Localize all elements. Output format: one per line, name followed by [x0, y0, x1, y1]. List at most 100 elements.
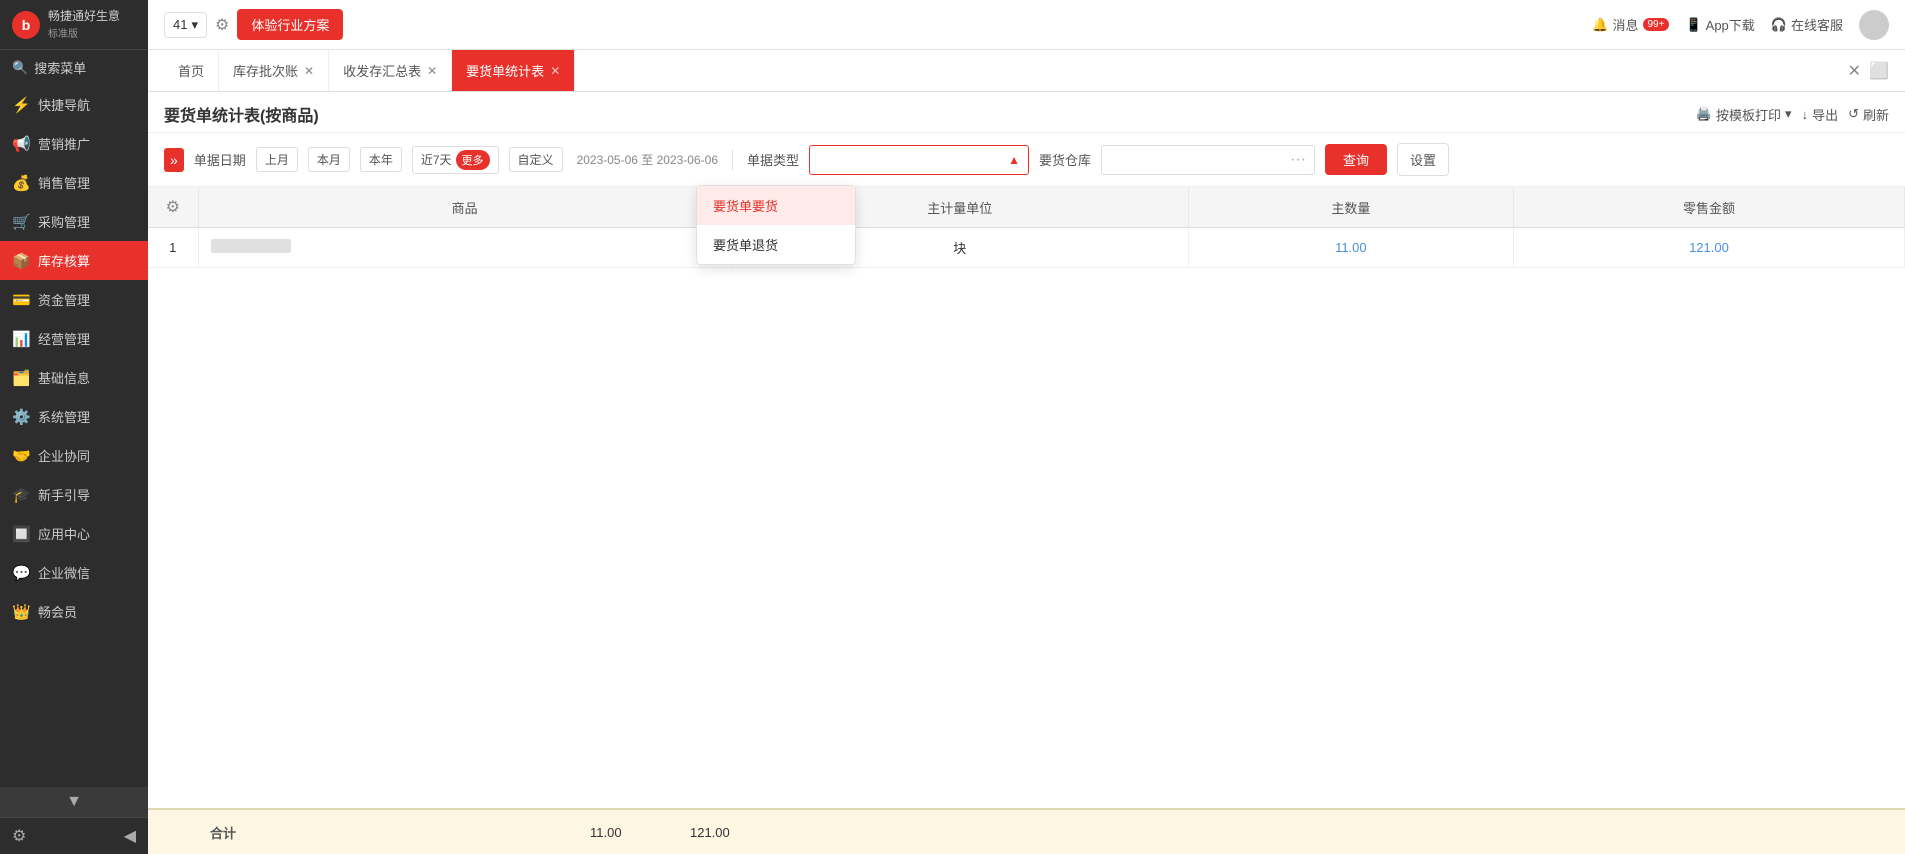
search-icon: 🔍 — [12, 60, 28, 76]
th-amount: 零售金额 — [1513, 187, 1904, 228]
print-template-btn[interactable]: 🖨️ 按模板打印 ▾ — [1696, 105, 1792, 124]
sidebar-item-label: 库存核算 — [38, 251, 136, 270]
branch-value: 41 — [173, 17, 187, 32]
print-icon: 🖨️ — [1696, 106, 1712, 122]
doc-type-arrow-icon[interactable]: ▲ — [1008, 153, 1020, 167]
date-year-btn[interactable]: 本年 — [360, 147, 402, 172]
sidebar-item-marketing[interactable]: 📢 营销推广 — [0, 124, 148, 163]
sidebar-item-system[interactable]: ⚙️ 系统管理 — [0, 397, 148, 436]
collapse-icon[interactable]: ◀ — [124, 826, 136, 846]
dropdown-item-order-return[interactable]: 要货单退货 — [697, 225, 855, 264]
online-service-group[interactable]: 🎧 在线客服 — [1771, 15, 1843, 34]
members-icon: 👑 — [12, 603, 30, 621]
trial-button[interactable]: 体验行业方案 — [237, 9, 343, 40]
sidebar-item-basics[interactable]: 🗂️ 基础信息 — [0, 358, 148, 397]
sidebar-item-appstore[interactable]: 🔲 应用中心 — [0, 514, 148, 553]
sidebar-item-quick-nav[interactable]: ⚡ 快捷导航 — [0, 85, 148, 124]
sidebar-item-label: 畅会员 — [38, 602, 136, 621]
dropdown-menu: 要货单要货 要货单退货 — [696, 185, 856, 265]
sidebar-scroll-down[interactable]: ▼ — [0, 787, 148, 817]
export-btn[interactable]: ↓ 导出 — [1802, 105, 1839, 124]
warehouse-input[interactable] — [1110, 152, 1286, 167]
warehouse-select[interactable]: ··· — [1101, 145, 1315, 175]
avatar[interactable] — [1859, 10, 1889, 40]
tab-home-label: 首页 — [178, 61, 204, 80]
tab-order-stats-close[interactable]: ✕ — [550, 64, 560, 78]
notifications-group[interactable]: 🔔 消息 99+ — [1592, 15, 1669, 34]
th-quantity: 主数量 — [1188, 187, 1513, 228]
sidebar-logo: b 畅捷通好生意 标准版 — [0, 0, 148, 50]
date-custom-btn[interactable]: 自定义 — [509, 147, 563, 172]
sidebar-item-purchase[interactable]: 🛒 采购管理 — [0, 202, 148, 241]
product-placeholder — [211, 239, 291, 253]
settings-icon[interactable]: ⚙ — [12, 826, 26, 846]
sidebar-item-wechat[interactable]: 💬 企业微信 — [0, 553, 148, 592]
sidebar-search[interactable]: 🔍 搜索菜单 — [0, 50, 148, 85]
notifications-badge: 99+ — [1643, 18, 1670, 31]
logo-text: 畅捷通好生意 标准版 — [48, 9, 120, 40]
tab-collection-summary-label: 收发存汇总表 — [343, 61, 421, 80]
footer-amount: 121.00 — [690, 825, 730, 840]
filter-expand-button[interactable]: » — [164, 148, 184, 172]
branch-selector[interactable]: 41 ▾ — [164, 12, 207, 38]
sidebar-item-operations[interactable]: 📊 经营管理 — [0, 319, 148, 358]
settings-button[interactable]: 设置 — [1397, 143, 1449, 176]
sidebar-item-newbie[interactable]: 🎓 新手引导 — [0, 475, 148, 514]
enterprise-icon: 🤝 — [12, 447, 30, 465]
quantity-value[interactable]: 11.00 — [1335, 240, 1367, 255]
date-current-month-btn[interactable]: 本月 — [308, 147, 350, 172]
filter-divider — [732, 150, 733, 170]
sidebar-item-finance[interactable]: 💳 资金管理 — [0, 280, 148, 319]
th-settings[interactable]: ⚙ — [148, 187, 198, 228]
td-quantity[interactable]: 11.00 — [1188, 228, 1513, 268]
date-recent7-btn[interactable]: 近7天 更多 — [412, 146, 499, 174]
table-settings-gear-icon[interactable]: ⚙ — [166, 199, 180, 216]
doc-type-input[interactable] — [818, 152, 1008, 167]
page-title: 要货单统计表(按商品) — [164, 102, 319, 126]
tab-batch-inventory[interactable]: 库存批次账 ✕ — [219, 50, 329, 91]
app-download-group[interactable]: 📱 App下载 — [1685, 15, 1754, 34]
wechat-icon: 💬 — [12, 564, 30, 582]
td-no: 1 — [148, 228, 198, 268]
topbar: 41 ▾ ⚙ 体验行业方案 🔔 消息 99+ 📱 App下载 🎧 在线客服 — [148, 0, 1905, 50]
page-content: 要货单统计表(按商品) 🖨️ 按模板打印 ▾ ↓ 导出 ↺ 刷新 » — [148, 92, 1905, 854]
sidebar-item-inventory[interactable]: 📦 库存核算 — [0, 241, 148, 280]
th-product: 商品 — [198, 187, 731, 228]
sidebar-item-label: 企业协同 — [38, 446, 136, 465]
topbar-gear-icon[interactable]: ⚙ — [215, 15, 229, 35]
sidebar-item-enterprise[interactable]: 🤝 企业协同 — [0, 436, 148, 475]
phone-icon: 📱 — [1685, 17, 1701, 33]
filter-bar: » 单据日期 上月 本月 本年 近7天 更多 自定义 2023-05-06 至 … — [148, 133, 1905, 187]
amount-value[interactable]: 121.00 — [1689, 240, 1729, 255]
tab-home[interactable]: 首页 — [164, 50, 219, 91]
doc-type-select[interactable]: ▲ — [809, 145, 1029, 175]
dropdown-item-order-goods[interactable]: 要货单要货 — [697, 186, 855, 225]
tab-collection-summary-close[interactable]: ✕ — [427, 64, 437, 78]
date-last-month-btn[interactable]: 上月 — [256, 147, 298, 172]
refresh-btn[interactable]: ↺ 刷新 — [1848, 105, 1889, 124]
tabs-expand-icon[interactable]: ⬜ — [1869, 61, 1889, 81]
date-range-display: 2023-05-06 至 2023-06-06 — [577, 151, 718, 168]
basics-icon: 🗂️ — [12, 369, 30, 387]
tab-order-stats[interactable]: 要货单统计表 ✕ — [452, 50, 575, 91]
sidebar-item-label: 快捷导航 — [38, 95, 136, 114]
selector-chevron-icon: ▾ — [191, 17, 198, 33]
logo-icon: b — [12, 11, 40, 39]
tab-collection-summary[interactable]: 收发存汇总表 ✕ — [329, 50, 452, 91]
query-button[interactable]: 查询 — [1325, 144, 1387, 175]
more-dates-badge: 更多 — [456, 150, 490, 170]
data-table: ⚙ 商品 主计量单位 主数量 零售金额 1 块 — [148, 187, 1905, 268]
tabs-close-all-icon[interactable]: ✕ — [1848, 61, 1861, 81]
footer-cell-quantity: 11.00 — [578, 810, 678, 854]
sidebar-item-members[interactable]: 👑 畅会员 — [0, 592, 148, 631]
sidebar-item-label: 系统管理 — [38, 407, 136, 426]
sales-icon: 💰 — [12, 174, 30, 192]
sidebar-item-label: 基础信息 — [38, 368, 136, 387]
footer-cell-spacer — [148, 810, 198, 854]
tab-batch-inventory-close[interactable]: ✕ — [304, 64, 314, 78]
tabs-bar: 首页 库存批次账 ✕ 收发存汇总表 ✕ 要货单统计表 ✕ ✕ ⬜ — [148, 50, 1905, 92]
warehouse-more-icon[interactable]: ··· — [1290, 151, 1306, 169]
sidebar-item-sales[interactable]: 💰 销售管理 — [0, 163, 148, 202]
td-amount[interactable]: 121.00 — [1513, 228, 1904, 268]
sidebar-item-label: 销售管理 — [38, 173, 136, 192]
